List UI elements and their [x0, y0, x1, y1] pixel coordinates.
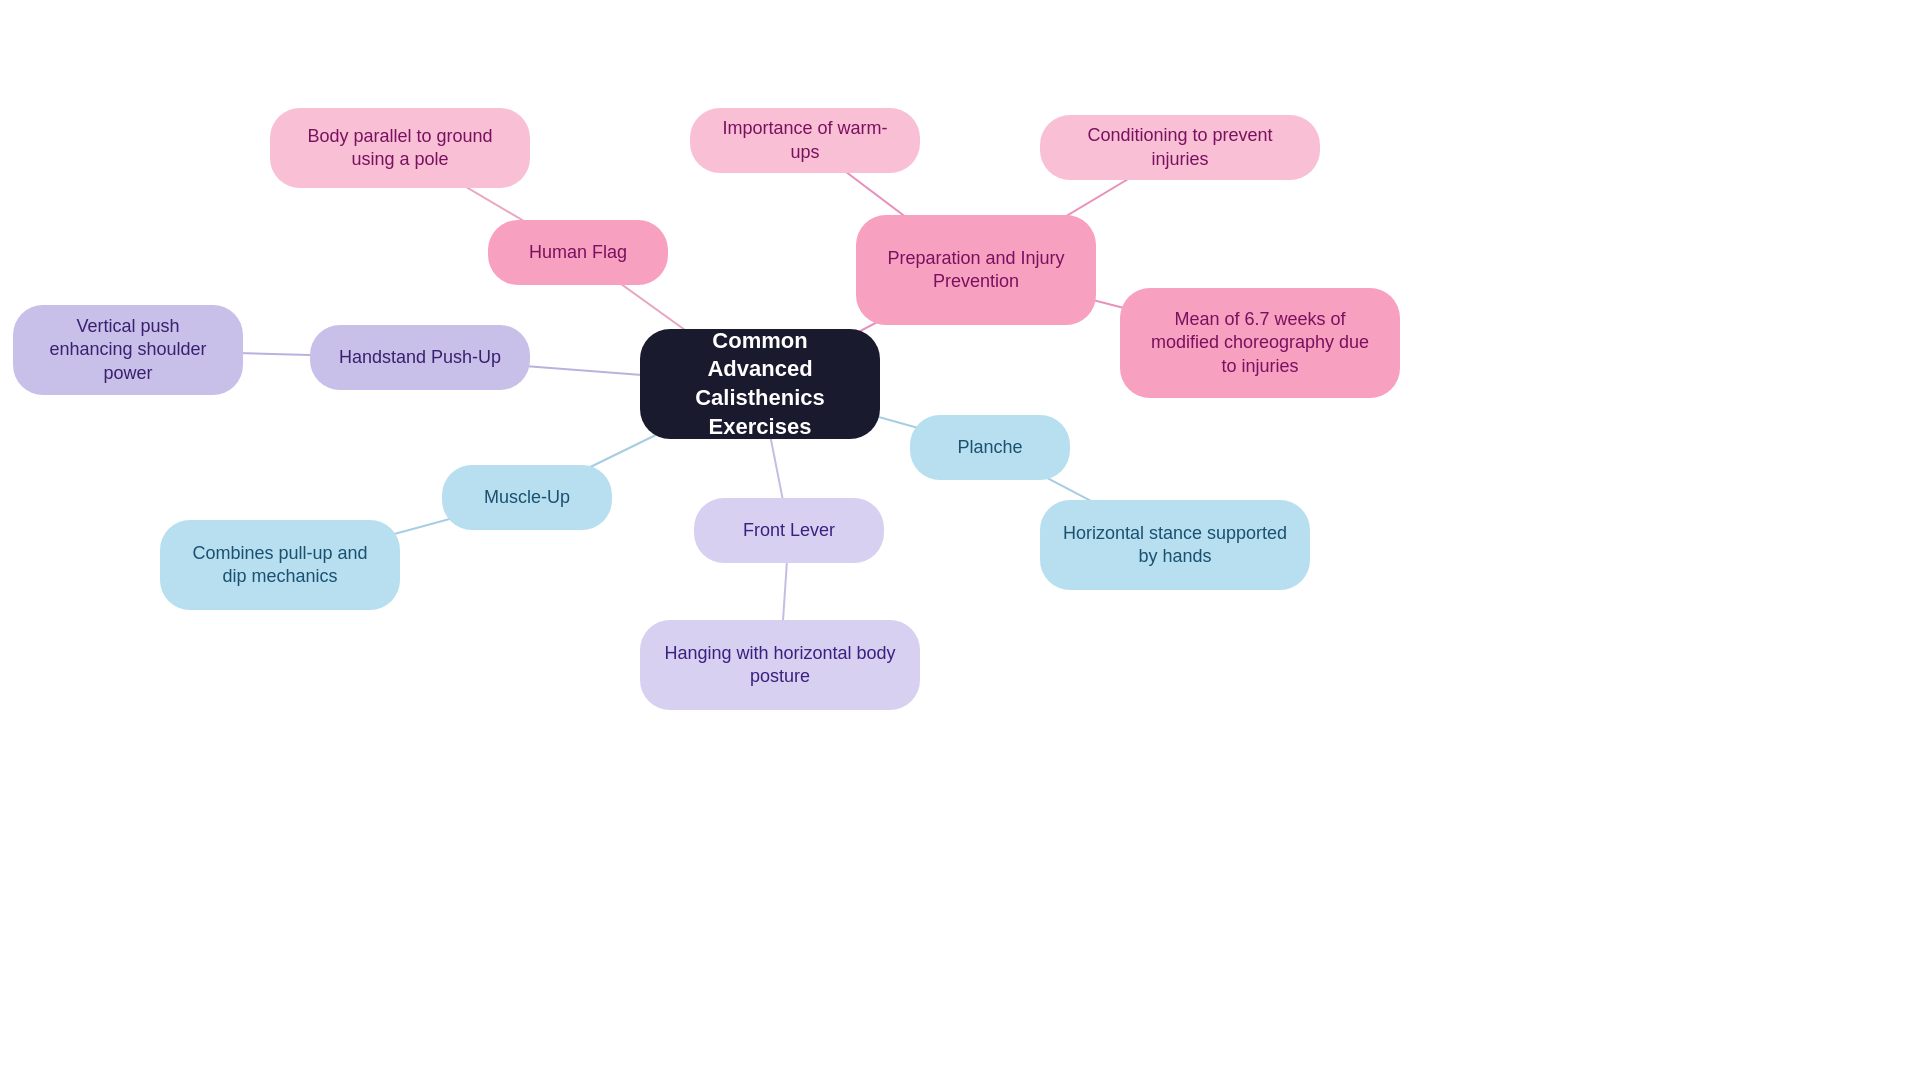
vertical-push-label: Vertical push enhancing shoulder power	[35, 315, 221, 385]
horizontal-node: Horizontal stance supported by hands	[1040, 500, 1310, 590]
mean-node: Mean of 6.7 weeks of modified choreograp…	[1120, 288, 1400, 398]
planche-node: Planche	[910, 415, 1070, 480]
horizontal-label: Horizontal stance supported by hands	[1062, 522, 1288, 569]
conditioning-label: Conditioning to prevent injuries	[1062, 124, 1298, 171]
prep-injury-label: Preparation and Injury Prevention	[878, 247, 1074, 294]
importance-label: Importance of warm-ups	[712, 117, 898, 164]
center-node-label: Common Advanced Calisthenics Exercises	[662, 327, 858, 441]
front-lever-label: Front Lever	[743, 519, 835, 542]
front-lever-node: Front Lever	[694, 498, 884, 563]
prep-injury-node: Preparation and Injury Prevention	[856, 215, 1096, 325]
hanging-label: Hanging with horizontal body posture	[662, 642, 898, 689]
combines-label: Combines pull-up and dip mechanics	[182, 542, 378, 589]
muscle-up-node: Muscle-Up	[442, 465, 612, 530]
handstand-label: Handstand Push-Up	[339, 346, 501, 369]
body-parallel-label: Body parallel to ground using a pole	[292, 125, 508, 172]
muscle-up-label: Muscle-Up	[484, 486, 570, 509]
center-node: Common Advanced Calisthenics Exercises	[640, 329, 880, 439]
hanging-node: Hanging with horizontal body posture	[640, 620, 920, 710]
handstand-node: Handstand Push-Up	[310, 325, 530, 390]
planche-label: Planche	[957, 436, 1022, 459]
vertical-push-node: Vertical push enhancing shoulder power	[13, 305, 243, 395]
body-parallel-node: Body parallel to ground using a pole	[270, 108, 530, 188]
conditioning-node: Conditioning to prevent injuries	[1040, 115, 1320, 180]
human-flag-node: Human Flag	[488, 220, 668, 285]
mean-label: Mean of 6.7 weeks of modified choreograp…	[1142, 308, 1378, 378]
combines-node: Combines pull-up and dip mechanics	[160, 520, 400, 610]
importance-node: Importance of warm-ups	[690, 108, 920, 173]
human-flag-label: Human Flag	[529, 241, 627, 264]
